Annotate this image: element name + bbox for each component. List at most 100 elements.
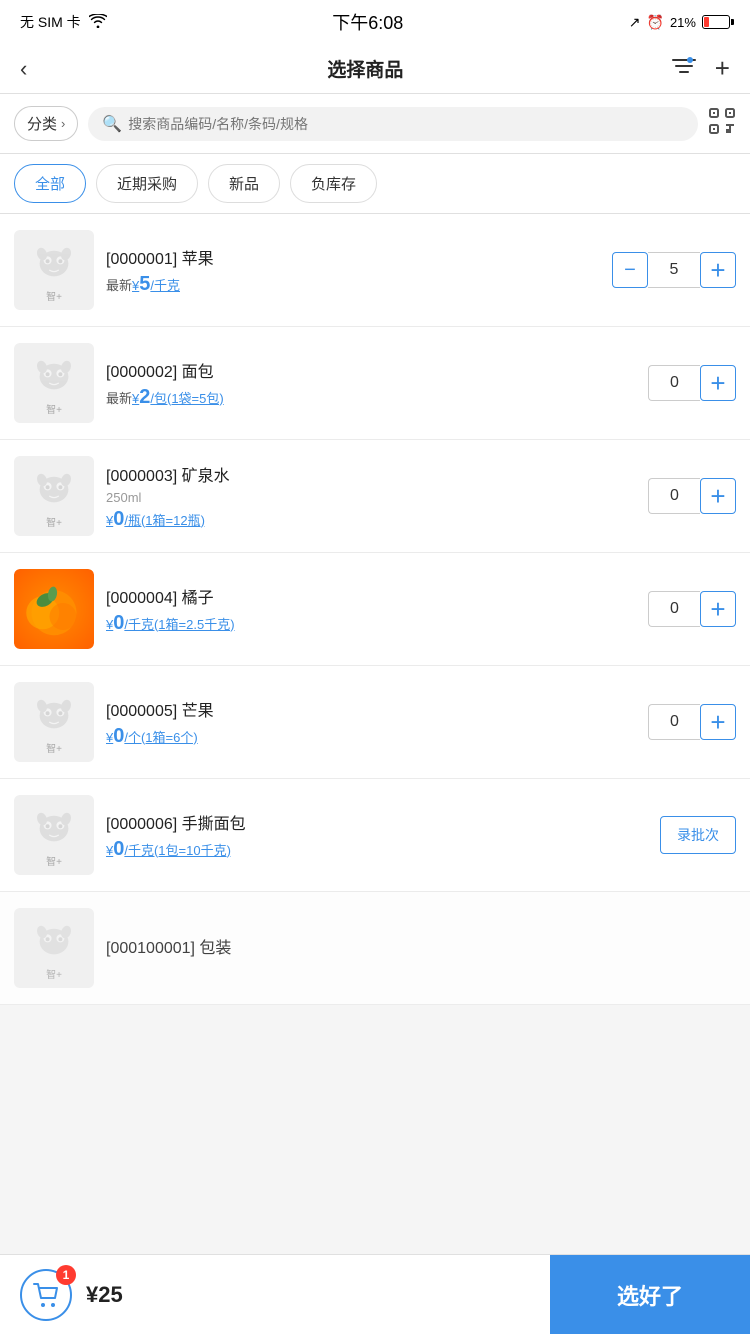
tab-recent[interactable]: 近期采购 [96,164,198,203]
list-item: 智+ [0000005] 芒果 ¥ 0 /个(1箱=6个) + [0,666,750,779]
product-image: 智+ [14,795,94,875]
product-image: 智+ [14,343,94,423]
product-list: 智+ [0000001] 苹果 最新 ¥ 5 /千克 − + [0,214,750,1085]
cart-icon[interactable]: 1 [20,1269,72,1321]
price-unit: /包(1袋=5包) [150,388,223,407]
decrement-button[interactable]: − [612,252,648,288]
price-unit: /千克(1包=10千克) [124,840,231,859]
no-sim-text: 无 SIM 卡 [20,12,81,32]
quantity-input[interactable] [648,365,700,401]
location-icon: ↗ [629,14,641,31]
tab-bar: 全部 近期采购 新品 负库存 [0,154,750,214]
add-icon[interactable]: + [715,53,730,84]
confirm-button[interactable]: 选好了 [550,1255,750,1334]
status-left: 无 SIM 卡 [20,12,107,32]
list-item: [0000004] 橘子 ¥ 0 /千克(1箱=2.5千克) + [0,553,750,666]
increment-button[interactable]: + [700,704,736,740]
price-unit: /个(1箱=6个) [124,727,197,746]
quantity-input[interactable] [648,252,700,288]
price-value: 5 [139,273,150,296]
filter-icon[interactable] [671,55,697,83]
product-name: [0000001] 苹果 [106,245,600,269]
increment-button[interactable]: + [700,365,736,401]
product-price-row: 最新 ¥ 5 /千克 [106,273,600,296]
bottom-bar: 1 ¥25 选好了 [0,1254,750,1334]
price-value: 0 [113,508,124,531]
increment-button[interactable]: + [700,591,736,627]
price-value: 0 [113,838,124,861]
search-icon: 🔍 [102,114,122,134]
product-name: [0000004] 橘子 [106,584,636,608]
product-info: [0000006] 手撕面包 ¥ 0 /千克(1包=10千克) [106,810,648,861]
scan-icon[interactable] [708,107,736,141]
price-value: 2 [139,386,150,409]
product-price-row: ¥ 0 /千克(1包=10千克) [106,838,648,861]
tab-all[interactable]: 全部 [14,164,86,203]
price-unit: /千克 [150,275,180,294]
alarm-icon: ⏰ [647,14,664,31]
price-currency: ¥ [132,391,139,406]
battery-percent: 21% [670,15,696,30]
list-item: 智+ [0000002] 面包 最新 ¥ 2 /包(1袋=5包) + [0,327,750,440]
product-info: [0000005] 芒果 ¥ 0 /个(1箱=6个) [106,697,636,748]
product-name: [0000002] 面包 [106,358,636,382]
search-wrapper: 🔍 [88,107,698,141]
price-value: 0 [113,612,124,635]
quantity-input[interactable] [648,478,700,514]
tab-new[interactable]: 新品 [208,164,280,203]
product-info: [0000004] 橘子 ¥ 0 /千克(1箱=2.5千克) [106,584,636,635]
status-bar: 无 SIM 卡 下午6:08 ↗ ⏰ 21% [0,0,750,44]
product-spec: 250ml [106,490,636,505]
cart-badge: 1 [56,1265,76,1285]
cart-section: 1 ¥25 [0,1269,550,1321]
search-input[interactable] [128,116,684,132]
category-arrow: › [61,116,65,131]
list-item: 智+ [0000001] 苹果 最新 ¥ 5 /千克 − + [0,214,750,327]
wifi-icon [89,14,107,31]
product-price-row: ¥ 0 /瓶(1箱=12瓶) [106,508,636,531]
product-price-row: ¥ 0 /千克(1箱=2.5千克) [106,612,636,635]
search-bar: 分类 › 🔍 [0,94,750,154]
batch-button[interactable]: 录批次 [660,816,736,854]
product-info: [0000003] 矿泉水 250ml ¥ 0 /瓶(1箱=12瓶) [106,462,636,531]
cart-total: ¥25 [86,1282,123,1308]
category-button[interactable]: 分类 › [14,106,78,141]
price-label: 最新 [106,388,132,407]
quantity-input[interactable] [648,704,700,740]
battery-icon [702,15,730,29]
back-button[interactable]: ‹ [20,56,60,82]
price-currency: ¥ [106,730,113,745]
price-unit: /瓶(1箱=12瓶) [124,510,205,529]
product-info: [000100001] 包装 [106,934,736,962]
product-name: [000100001] 包装 [106,934,736,958]
product-image: 智+ [14,230,94,310]
category-label: 分类 [27,113,57,134]
product-info: [0000002] 面包 最新 ¥ 2 /包(1袋=5包) [106,358,636,409]
price-currency: ¥ [106,513,113,528]
product-name: [0000006] 手撕面包 [106,810,648,834]
page-title: 选择商品 [327,55,403,82]
product-info: [0000001] 苹果 最新 ¥ 5 /千克 [106,245,600,296]
quantity-input[interactable] [648,591,700,627]
product-image: 智+ [14,908,94,988]
product-name: [0000003] 矿泉水 [106,462,636,486]
price-currency: ¥ [132,278,139,293]
product-image: 智+ [14,682,94,762]
increment-button[interactable]: + [700,478,736,514]
price-value: 0 [113,725,124,748]
product-stepper: + [648,591,736,627]
increment-button[interactable]: + [700,252,736,288]
list-item: 智+ [0000006] 手撕面包 ¥ 0 /千克(1包=10千克) 录批次 [0,779,750,892]
nav-bar: ‹ 选择商品 + [0,44,750,94]
tab-negative[interactable]: 负库存 [290,164,377,203]
list-item: 智+ [0000003] 矿泉水 250ml ¥ 0 /瓶(1箱=12瓶) + [0,440,750,553]
product-image: 智+ [14,456,94,536]
status-right: ↗ ⏰ 21% [629,14,730,31]
status-time: 下午6:08 [332,9,403,35]
price-unit: /千克(1箱=2.5千克) [124,614,234,633]
product-price-row: ¥ 0 /个(1箱=6个) [106,725,636,748]
product-stepper: + [648,704,736,740]
price-currency: ¥ [106,843,113,858]
price-currency: ¥ [106,617,113,632]
nav-actions: + [671,53,730,84]
